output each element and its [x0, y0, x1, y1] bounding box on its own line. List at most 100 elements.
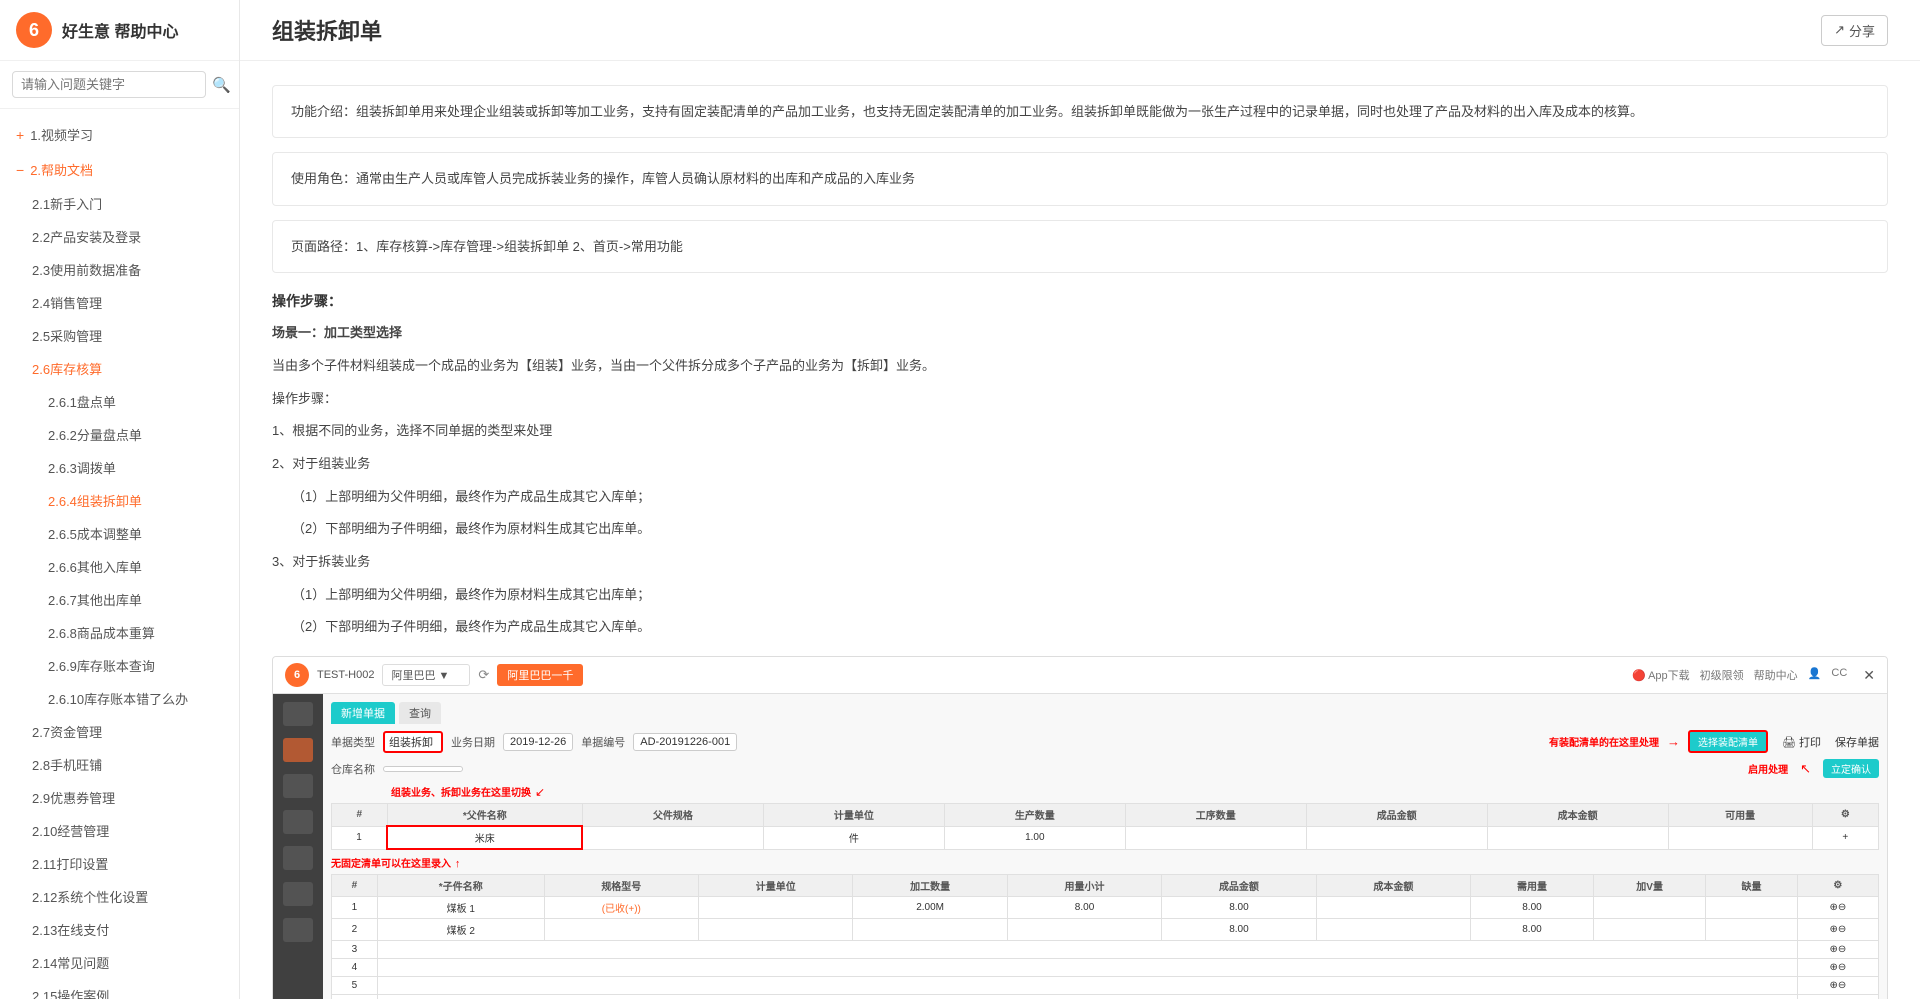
sim-choose-bill-btn[interactable]: 选择装配清单	[1688, 730, 1768, 753]
sim-btd-ops6[interactable]: ⊕⊖	[1797, 995, 1878, 999]
sim-nav-icon-7[interactable]	[283, 918, 313, 942]
sim-nav-icon-1[interactable]	[283, 702, 313, 726]
sim-close-icon[interactable]: ✕	[1863, 667, 1875, 684]
search-input[interactable]	[12, 71, 206, 98]
sim-btd-ops3[interactable]: ⊕⊖	[1797, 941, 1878, 959]
sidebar-item-assembly[interactable]: 2.6.4组装拆卸单	[0, 484, 239, 517]
sim-content-wrapper: 新增单据 查询 单据类型 组装拆卸 业务日期 2019-12-26 单据编号 A…	[273, 694, 1887, 999]
sim-dropdown1[interactable]: 阿里巴巴 ▼	[382, 664, 470, 686]
page-title: 组装拆卸单	[272, 14, 382, 46]
sidebar-item-online-pay[interactable]: 2.13在线支付	[0, 913, 239, 946]
sidebar-item-finance[interactable]: 2.7资金管理	[0, 715, 239, 748]
nav-list: + 1.视频学习 − 2.帮助文档 2.1新手入门 2.2产品安装及登录 2.3…	[0, 109, 239, 999]
sidebar-item-inventory[interactable]: 2.6库存核算	[0, 352, 239, 385]
sim-nav-icon-2[interactable]	[283, 738, 313, 762]
app-logo-icon: 6	[16, 12, 52, 48]
sidebar-item-install[interactable]: 2.2产品安装及登录	[0, 220, 239, 253]
sidebar-item-video[interactable]: + 1.视频学习	[0, 117, 239, 152]
sim-btd-seq2: 2	[332, 919, 378, 941]
sim-type-input[interactable]: 组装拆卸	[383, 731, 443, 753]
sim-icon-limit: 初级限领	[1700, 667, 1744, 683]
sim-bth-need-qty: 需用量	[1471, 875, 1594, 897]
sidebar-item-data-prep[interactable]: 2.3使用前数据准备	[0, 253, 239, 286]
sim-th-product-amount: 成品金额	[1306, 804, 1487, 827]
sim-nav-icon-5[interactable]	[283, 846, 313, 870]
sidebar-item-transfer[interactable]: 2.6.3调拨单	[0, 451, 239, 484]
sim-btd-ca2	[1316, 919, 1470, 941]
sim-bottom-table-header-row: # *子件名称 规格型号 计量单位 加工数量 用量小计 成品金额 成本金额 需用…	[332, 875, 1879, 897]
sim-orange-button[interactable]: 阿里巴巴一千	[497, 664, 583, 686]
sidebar-item-goods-cost[interactable]: 2.6.8商品成本重算	[0, 616, 239, 649]
sidebar-item-customize[interactable]: 2.12系统个性化设置	[0, 880, 239, 913]
sidebar-item-coupon[interactable]: 2.9优惠券管理	[0, 781, 239, 814]
sim-btd-empty4	[377, 959, 1797, 977]
sidebar-item-print[interactable]: 2.11打印设置	[0, 847, 239, 880]
sim-save-icon[interactable]: 保存单据	[1835, 734, 1879, 750]
sim-annotation1: 有装配清单的在这里处理	[1549, 734, 1659, 749]
sim-refresh-icon[interactable]: ⟳	[478, 667, 489, 683]
sim-top-table: # *父件名称 父件规格 计量单位 生产数量 工序数量 成品金额 成本金额 可用…	[331, 803, 1879, 850]
sim-th-process-qty: 工序数量	[1125, 804, 1306, 827]
sidebar-item-other-in[interactable]: 2.6.6其他入库单	[0, 550, 239, 583]
sim-btd-sub1: 8.00	[1007, 897, 1161, 919]
sidebar-item-help-doc[interactable]: − 2.帮助文档	[0, 152, 239, 187]
sim-bth-child-name: *子件名称	[377, 875, 544, 897]
path-intro-block: 页面路径：1、库存核算->库存管理->组装拆卸单 2、首页->常用功能	[272, 220, 1888, 273]
sidebar-item-stock-query[interactable]: 2.6.9库存账本查询	[0, 649, 239, 682]
sim-btd-nq1: 8.00	[1471, 897, 1594, 919]
share-button[interactable]: ↗ 分享	[1821, 15, 1888, 46]
sim-btd-lk2	[1706, 919, 1797, 941]
sim-btd-ops4[interactable]: ⊕⊖	[1797, 959, 1878, 977]
function-intro-block: 功能介绍：组装拆卸单用来处理企业组装或拆卸等加工业务，支持有固定装配清单的产品加…	[272, 85, 1888, 138]
sim-td-parent-name[interactable]: 米床	[387, 826, 582, 849]
sim-btd-ops5[interactable]: ⊕⊖	[1797, 977, 1878, 995]
sim-screen: 6 TEST-H002 阿里巴巴 ▼ ⟳ 阿里巴巴一千 🔴 App下载 初级限领…	[273, 657, 1887, 999]
sim-annotation2-row: 组装业务、拆卸业务在这里切换 ↙	[331, 784, 1879, 799]
sim-tab-new[interactable]: 新增单据	[331, 702, 395, 724]
sidebar-item-cases[interactable]: 2.15操作案例	[0, 979, 239, 999]
sidebar-item-other-out[interactable]: 2.6.7其他出库单	[0, 583, 239, 616]
sim-btd-lk1	[1706, 897, 1797, 919]
sim-icon-user: 👤	[1808, 667, 1822, 683]
sim-btd-ops1[interactable]: ⊕⊖	[1797, 897, 1878, 919]
sidebar-item-sales[interactable]: 2.4销售管理	[0, 286, 239, 319]
sim-date-input[interactable]: 2019-12-26	[503, 733, 573, 751]
sidebar-item-cost-adjust[interactable]: 2.6.5成本调整单	[0, 517, 239, 550]
sidebar-item-stocktake[interactable]: 2.6.1盘点单	[0, 385, 239, 418]
sim-print-icon[interactable]: 🖨 打印	[1782, 734, 1821, 750]
sim-warehouse-input[interactable]	[383, 766, 463, 772]
sidebar-item-mobile[interactable]: 2.8手机旺铺	[0, 748, 239, 781]
sim-nav-icon-6[interactable]	[283, 882, 313, 906]
screenshot-container: 6 TEST-H002 阿里巴巴 ▼ ⟳ 阿里巴巴一千 🔴 App下载 初级限领…	[272, 656, 1888, 999]
sim-btd-sub2	[1007, 919, 1161, 941]
sim-btd-nq2: 8.00	[1471, 919, 1594, 941]
sim-nav-icon-3[interactable]	[283, 774, 313, 798]
sim-nav-icon-4[interactable]	[283, 810, 313, 834]
sim-annotation3: 启用处理	[1748, 761, 1788, 776]
sim-logo: 6	[285, 663, 309, 687]
sim-btd-seq4: 4	[332, 959, 378, 977]
sim-bill-input[interactable]: AD-20191226-001	[633, 733, 737, 751]
sim-annotation4-label: 无固定清单可以在这里录入	[331, 859, 451, 870]
sidebar-item-operation[interactable]: 2.10经营管理	[0, 814, 239, 847]
sim-tab-query[interactable]: 查询	[399, 702, 441, 724]
sim-icon-help: 帮助中心	[1754, 667, 1798, 683]
sim-btd-ops2[interactable]: ⊕⊖	[1797, 919, 1878, 941]
sidebar-item-purchase[interactable]: 2.5采购管理	[0, 319, 239, 352]
table-row: 5 ⊕⊖	[332, 977, 1879, 995]
sim-btd-pa1: 8.00	[1162, 897, 1316, 919]
sidebar-item-new-user[interactable]: 2.1新手入门	[0, 187, 239, 220]
sim-th-available: 可用量	[1668, 804, 1812, 827]
sim-icons: 🔴 App下载 初级限领 帮助中心 👤 CC	[1632, 667, 1847, 683]
sim-btd-seq1: 1	[332, 897, 378, 919]
sidebar-item-partial-stocktake[interactable]: 2.6.2分量盘点单	[0, 418, 239, 451]
table-row: 2 煤板 2 8.00 8.00	[332, 919, 1879, 941]
search-icon[interactable]: 🔍	[212, 76, 231, 94]
sidebar-item-stock-err[interactable]: 2.6.10库存账本错了么办	[0, 682, 239, 715]
sidebar-item-faq[interactable]: 2.14常见问题	[0, 946, 239, 979]
sim-td-ops[interactable]: +	[1812, 826, 1878, 849]
content-area: 功能介绍：组装拆卸单用来处理企业组装或拆卸等加工业务，支持有固定装配清单的产品加…	[240, 61, 1920, 999]
path-intro-text: 页面路径：1、库存核算->库存管理->组装拆卸单 2、首页->常用功能	[291, 239, 683, 254]
sim-td-process-qty	[1125, 826, 1306, 849]
sim-confirm-btn[interactable]: 立定确认	[1823, 759, 1879, 778]
